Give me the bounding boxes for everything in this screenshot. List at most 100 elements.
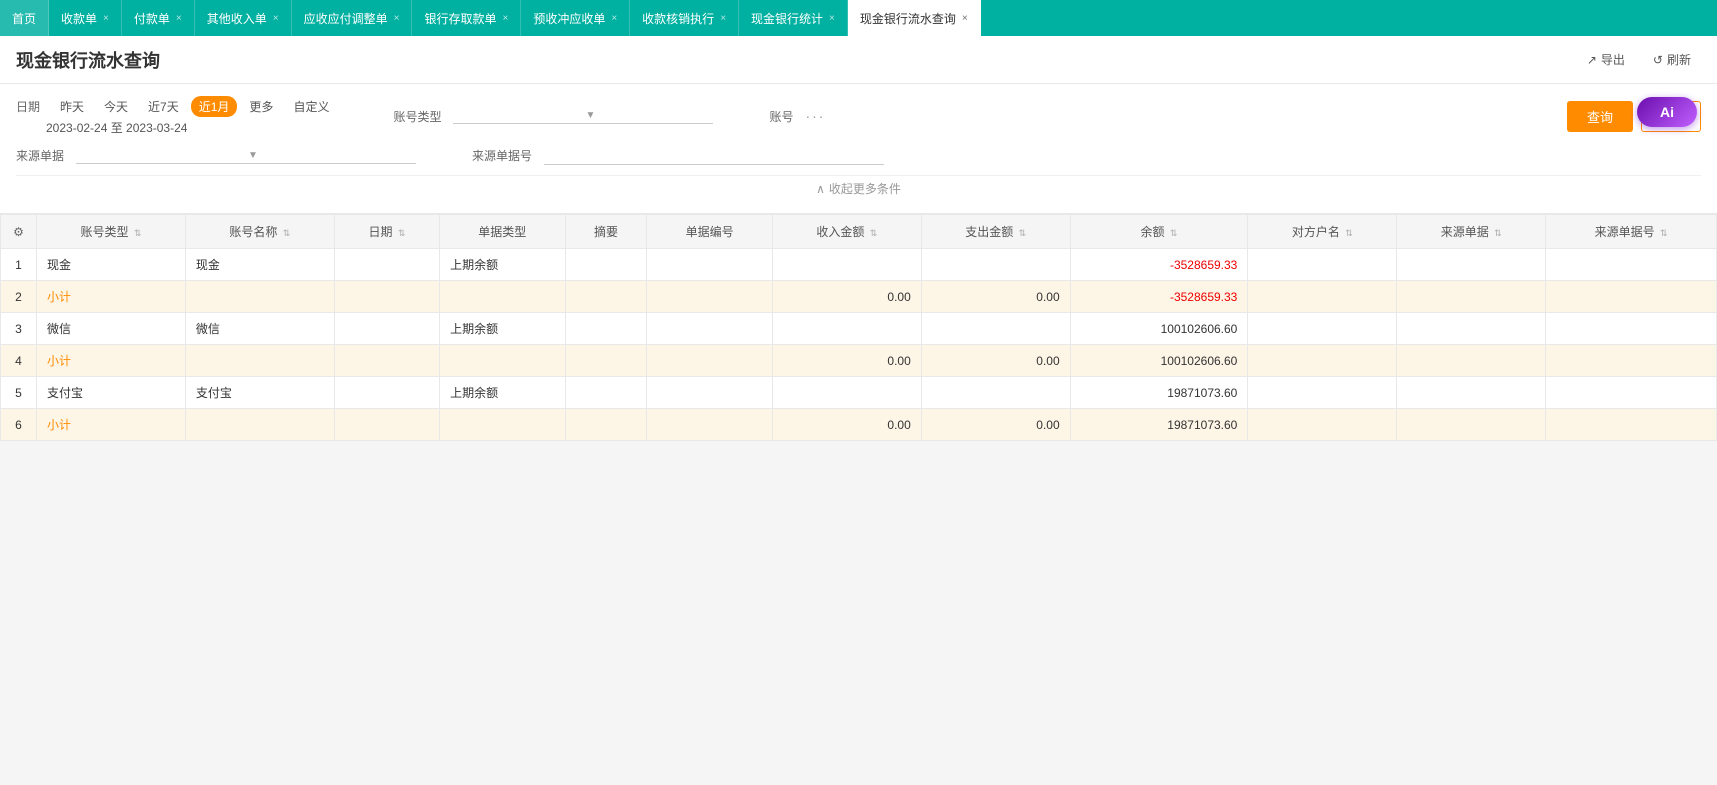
table-row[interactable]: 3 微信 微信 上期余额 100102606.60: [1, 313, 1717, 345]
cell-balance: -3528659.33: [1070, 281, 1248, 313]
nav-cash-bank-stat[interactable]: 现金银行统计 ×: [739, 0, 848, 36]
cell-expense: [921, 313, 1070, 345]
col-account-type-label: 账号类型: [81, 225, 129, 239]
cell-source-doc: [1397, 409, 1546, 441]
nav-receipt-exec[interactable]: 收款核销执行 ×: [630, 0, 739, 36]
source-doc-select[interactable]: ▼: [76, 148, 416, 164]
close-icon[interactable]: ×: [394, 13, 400, 24]
collapse-bar[interactable]: ∧ 收起更多条件: [16, 175, 1701, 201]
col-counterparty[interactable]: 对方户名 ⇅: [1248, 215, 1397, 249]
sort-icon: ⇅: [283, 228, 291, 238]
col-gear[interactable]: ⚙: [1, 215, 37, 249]
nav-ar-ap-adjust[interactable]: 应收应付调整单 ×: [292, 0, 413, 36]
col-source-doc-no[interactable]: 来源单据号 ⇅: [1546, 215, 1717, 249]
date-opt-yesterday[interactable]: 昨天: [52, 96, 92, 117]
col-doc-no[interactable]: 单据编号: [647, 215, 772, 249]
nav-receipt[interactable]: 收款单 ×: [49, 0, 122, 36]
table-header-row: ⚙ 账号类型 ⇅ 账号名称 ⇅ 日期 ⇅ 单据类型 摘要: [1, 215, 1717, 249]
close-icon[interactable]: ×: [502, 13, 508, 24]
date-opt-7days[interactable]: 近7天: [140, 96, 187, 117]
close-icon[interactable]: ×: [103, 13, 109, 24]
account-more-btn[interactable]: ···: [805, 108, 825, 124]
table-row[interactable]: 4 小计 0.00 0.00 100102606.60: [1, 345, 1717, 377]
cell-balance: 19871073.60: [1070, 409, 1248, 441]
table-row[interactable]: 5 支付宝 支付宝 上期余额 19871073.60: [1, 377, 1717, 409]
col-date[interactable]: 日期 ⇅: [334, 215, 439, 249]
close-icon[interactable]: ×: [176, 13, 182, 24]
ai-button[interactable]: Ai: [1637, 97, 1697, 127]
nav-payment[interactable]: 付款单 ×: [122, 0, 195, 36]
col-doc-type[interactable]: 单据类型: [440, 215, 565, 249]
cell-account-name: 现金: [185, 249, 334, 281]
col-income[interactable]: 收入金额 ⇅: [772, 215, 921, 249]
sort-icon: ⇅: [1170, 228, 1178, 238]
col-balance[interactable]: 余额 ⇅: [1070, 215, 1248, 249]
top-nav: 首页 收款单 × 付款单 × 其他收入单 × 应收应付调整单 × 银行存取款单 …: [0, 0, 1717, 36]
col-summary[interactable]: 摘要: [565, 215, 647, 249]
sort-icon: ⇅: [1660, 228, 1668, 238]
close-icon[interactable]: ×: [829, 13, 835, 24]
col-doc-type-label: 单据类型: [478, 225, 526, 239]
table-row[interactable]: 6 小计 0.00 0.00 19871073.60: [1, 409, 1717, 441]
cell-income: 0.00: [772, 409, 921, 441]
col-account-name[interactable]: 账号名称 ⇅: [185, 215, 334, 249]
cell-date: [334, 313, 439, 345]
cell-date: [334, 377, 439, 409]
col-counterparty-label: 对方户名: [1292, 225, 1340, 239]
cell-account-type: 支付宝: [37, 377, 186, 409]
table-body: 1 现金 现金 上期余额 -3528659.33 2 小计 0.00 0.00 …: [1, 249, 1717, 441]
cell-counterparty: [1248, 345, 1397, 377]
date-opt-today[interactable]: 今天: [96, 96, 136, 117]
cell-account-type: 微信: [37, 313, 186, 345]
header-actions: ↗ 导出 ↺ 刷新: [1577, 47, 1701, 72]
source-doc-num-label: 来源单据号: [472, 147, 532, 164]
cell-doc-no: [647, 249, 772, 281]
date-opt-more[interactable]: 更多: [241, 96, 281, 117]
table-row[interactable]: 1 现金 现金 上期余额 -3528659.33: [1, 249, 1717, 281]
nav-cash-bank-ledger[interactable]: 现金银行流水查询 ×: [848, 0, 981, 36]
export-icon: ↗: [1587, 53, 1597, 67]
nav-bank-deposit[interactable]: 银行存取款单 ×: [412, 0, 521, 36]
cell-source-doc: [1397, 377, 1546, 409]
filter-area: 日期 昨天 今天 近7天 近1月 更多 自定义 2023-02-24 至 202…: [0, 84, 1717, 214]
cell-expense: 0.00: [921, 281, 1070, 313]
nav-prepay-offset[interactable]: 预收冲应收单 ×: [521, 0, 630, 36]
sort-icon: ⇅: [1494, 228, 1502, 238]
close-icon[interactable]: ×: [273, 13, 279, 24]
export-button[interactable]: ↗ 导出: [1577, 47, 1635, 72]
gear-icon[interactable]: ⚙: [13, 225, 24, 239]
cell-balance: 19871073.60: [1070, 377, 1248, 409]
close-icon[interactable]: ×: [611, 13, 617, 24]
col-expense[interactable]: 支出金额 ⇅: [921, 215, 1070, 249]
cell-account-name: [185, 345, 334, 377]
col-summary-label: 摘要: [594, 225, 618, 239]
sort-icon: ⇅: [134, 228, 142, 238]
col-account-name-label: 账号名称: [229, 225, 277, 239]
data-table: ⚙ 账号类型 ⇅ 账号名称 ⇅ 日期 ⇅ 单据类型 摘要: [0, 214, 1717, 441]
cell-account-type: 小计: [37, 345, 186, 377]
cell-num: 2: [1, 281, 37, 313]
close-icon[interactable]: ×: [720, 13, 726, 24]
nav-home[interactable]: 首页: [0, 0, 49, 36]
source-doc-num-input[interactable]: [544, 146, 884, 165]
date-options: 昨天 今天 近7天 近1月 更多 自定义: [52, 96, 337, 117]
date-opt-custom[interactable]: 自定义: [285, 96, 337, 117]
close-icon[interactable]: ×: [962, 13, 968, 24]
col-account-type[interactable]: 账号类型 ⇅: [37, 215, 186, 249]
cell-date: [334, 345, 439, 377]
cell-doc-type: [440, 409, 565, 441]
cell-expense: 0.00: [921, 345, 1070, 377]
cell-source-doc-no: [1546, 281, 1717, 313]
date-opt-1month[interactable]: 近1月: [191, 96, 238, 117]
cell-doc-type: [440, 281, 565, 313]
refresh-button[interactable]: ↺ 刷新: [1643, 47, 1701, 72]
cell-doc-no: [647, 313, 772, 345]
cell-account-type: 小计: [37, 409, 186, 441]
sort-icon: ⇅: [1019, 228, 1027, 238]
query-button[interactable]: 查询: [1567, 101, 1633, 132]
account-type-select[interactable]: ▼: [453, 108, 713, 124]
table-row[interactable]: 2 小计 0.00 0.00 -3528659.33: [1, 281, 1717, 313]
nav-other-income[interactable]: 其他收入单 ×: [195, 0, 292, 36]
cell-account-name: [185, 409, 334, 441]
col-source-doc[interactable]: 来源单据 ⇅: [1397, 215, 1546, 249]
